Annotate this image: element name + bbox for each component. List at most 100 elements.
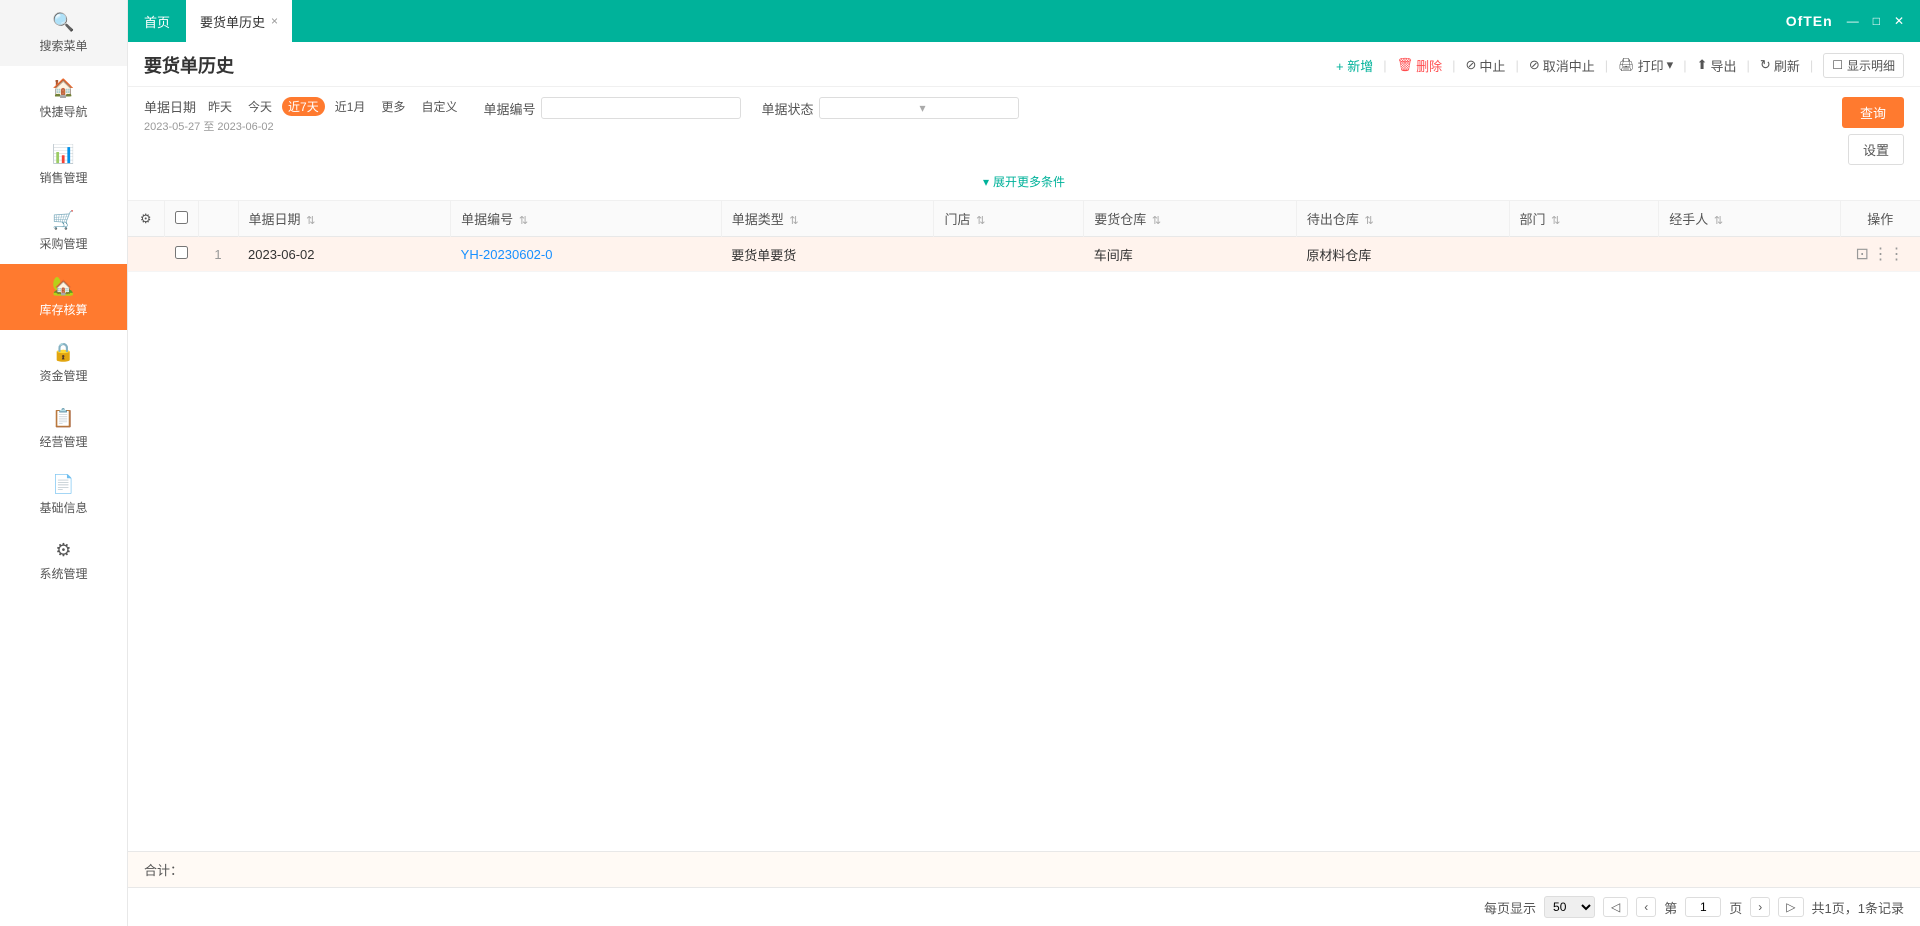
chart-icon: 📊 bbox=[52, 144, 74, 165]
sidebar-item-operation[interactable]: 📋 经营管理 bbox=[0, 396, 127, 462]
operation-icon: 📋 bbox=[52, 408, 74, 429]
last-page-btn[interactable]: ▷ bbox=[1778, 897, 1803, 917]
row-checkbox[interactable] bbox=[175, 246, 188, 259]
th-pending-warehouse[interactable]: 待出仓库 ⇅ bbox=[1296, 201, 1509, 237]
gear-icon: ⚙ bbox=[55, 540, 71, 561]
page-number-input[interactable] bbox=[1685, 897, 1721, 917]
stop-icon: ⊘ bbox=[1466, 57, 1477, 73]
next-page-btn[interactable]: › bbox=[1750, 897, 1770, 917]
last7days-btn[interactable]: 近7天 bbox=[282, 97, 325, 116]
sidebar-item-label: 采购管理 bbox=[39, 235, 87, 252]
sidebar-item-label: 库存核算 bbox=[39, 301, 87, 318]
last1month-btn[interactable]: 近1月 bbox=[329, 97, 372, 116]
th-settings[interactable]: ⚙ bbox=[128, 201, 164, 237]
td-store bbox=[934, 237, 1084, 272]
export-button[interactable]: ⬆ 导出 bbox=[1697, 56, 1737, 75]
minimize-btn[interactable]: — bbox=[1847, 14, 1859, 28]
custom-btn[interactable]: 自定义 bbox=[415, 97, 463, 116]
td-num: 1 bbox=[198, 237, 238, 272]
page-content: 要货单历史 + 新增 | 🗑 删除 | ⊘ 中止 | ⊘ 取消中止 | bbox=[128, 42, 1920, 926]
refresh-icon: ↻ bbox=[1760, 57, 1771, 73]
td-pending-warehouse: 原材料仓库 bbox=[1296, 237, 1509, 272]
sidebar-item-sales[interactable]: 📊 销售管理 bbox=[0, 132, 127, 198]
td-operation: ⊡ ⋮⋮ bbox=[1840, 237, 1920, 272]
tab-home[interactable]: 首页 bbox=[128, 0, 186, 42]
date-label: 单据日期 bbox=[144, 97, 196, 116]
th-date[interactable]: 单据日期 ⇅ bbox=[238, 201, 451, 237]
show-detail-button[interactable]: ☐ 显示明细 bbox=[1823, 53, 1904, 78]
chevron-down-icon: ▾ bbox=[983, 175, 989, 189]
filter-area: 单据日期 昨天 今天 近7天 近1月 更多 自定义 2023-05-27 至 2… bbox=[128, 87, 1920, 201]
page-label-before: 第 bbox=[1664, 898, 1677, 917]
order-no-input[interactable] bbox=[541, 97, 741, 119]
td-settings bbox=[128, 237, 164, 272]
delete-button[interactable]: 🗑 删除 bbox=[1397, 56, 1443, 75]
home-icon: 🏠 bbox=[52, 78, 74, 99]
sidebar-item-finance[interactable]: 🔒 资金管理 bbox=[0, 330, 127, 396]
th-num bbox=[198, 201, 238, 237]
th-order-no[interactable]: 单据编号 ⇅ bbox=[451, 201, 722, 237]
edit-icon[interactable]: ⊡ bbox=[1855, 246, 1868, 263]
sidebar-item-label: 搜索菜单 bbox=[39, 37, 87, 54]
today-btn[interactable]: 今天 bbox=[242, 97, 278, 116]
sidebar-item-system[interactable]: ⚙ 系统管理 bbox=[0, 528, 127, 594]
status-select[interactable]: ▾ bbox=[819, 97, 1019, 119]
close-btn[interactable]: ✕ bbox=[1894, 14, 1904, 28]
date-filter-group: 单据日期 昨天 今天 近7天 近1月 更多 自定义 2023-05-27 至 2… bbox=[144, 97, 463, 134]
yesterday-btn[interactable]: 昨天 bbox=[202, 97, 238, 116]
th-checkbox[interactable] bbox=[164, 201, 198, 237]
page-size-select[interactable]: 50 20 100 bbox=[1544, 896, 1595, 918]
more-op-icon[interactable]: ⋮⋮ bbox=[1873, 246, 1905, 263]
th-operation: 操作 bbox=[1840, 201, 1920, 237]
th-type[interactable]: 单据类型 ⇅ bbox=[721, 201, 934, 237]
prev-page-btn[interactable]: ‹ bbox=[1636, 897, 1656, 917]
sidebar-item-label: 经营管理 bbox=[39, 433, 87, 450]
filter-right: 查询 设置 bbox=[1842, 97, 1904, 165]
sidebar-item-label: 资金管理 bbox=[39, 367, 87, 384]
sort-type-icon: ⇅ bbox=[789, 215, 798, 227]
expand-conditions-button[interactable]: ▾ 展开更多条件 bbox=[983, 173, 1065, 190]
cancel-stop-button[interactable]: ⊘ 取消中止 bbox=[1529, 56, 1595, 75]
brand-label: OfTEn bbox=[1786, 13, 1833, 29]
sidebar-item-purchase[interactable]: 🛒 采购管理 bbox=[0, 198, 127, 264]
th-store[interactable]: 门店 ⇅ bbox=[934, 201, 1084, 237]
tab-close-icon[interactable]: × bbox=[271, 14, 278, 28]
order-no-link[interactable]: YH-20230602-0 bbox=[461, 247, 553, 262]
query-button[interactable]: 查询 bbox=[1842, 97, 1904, 128]
sidebar-item-search[interactable]: 🔍 搜索菜单 bbox=[0, 0, 127, 66]
footer-total: 合计： bbox=[128, 851, 1920, 887]
sidebar: 🔍 搜索菜单 🏠 快捷导航 📊 销售管理 🛒 采购管理 🏡 库存核算 🔒 资金管… bbox=[0, 0, 128, 926]
td-req-warehouse: 车间库 bbox=[1084, 237, 1297, 272]
tab-active[interactable]: 要货单历史 × bbox=[186, 0, 292, 42]
table-area: ⚙ 单据日期 ⇅ 单据编号 ⇅ 单据类型 ⇅ bbox=[128, 201, 1920, 851]
status-label: 单据状态 bbox=[761, 99, 813, 118]
maximize-btn[interactable]: □ bbox=[1873, 14, 1880, 28]
sidebar-item-basic[interactable]: 📄 基础信息 bbox=[0, 462, 127, 528]
refresh-button[interactable]: ↻ 刷新 bbox=[1760, 56, 1800, 75]
print-dropdown-icon: ▾ bbox=[1667, 57, 1674, 73]
sidebar-item-inventory[interactable]: 🏡 库存核算 bbox=[0, 264, 127, 330]
print-button[interactable]: 🖨 打印 ▾ bbox=[1618, 56, 1673, 75]
sort-orderno-icon: ⇅ bbox=[519, 215, 528, 227]
sidebar-item-label: 销售管理 bbox=[39, 169, 87, 186]
sidebar-item-label: 快捷导航 bbox=[39, 103, 87, 120]
th-req-warehouse[interactable]: 要货仓库 ⇅ bbox=[1084, 201, 1297, 237]
status-filter-group: 单据状态 ▾ bbox=[761, 97, 1019, 119]
stop-button[interactable]: ⊘ 中止 bbox=[1466, 56, 1506, 75]
filter-settings-button[interactable]: 设置 bbox=[1848, 134, 1904, 165]
cart-icon: 🛒 bbox=[52, 210, 74, 231]
select-all-checkbox[interactable] bbox=[175, 211, 188, 224]
td-type: 要货单要货 bbox=[721, 237, 934, 272]
search-menu-icon: 🔍 bbox=[52, 12, 74, 33]
th-department[interactable]: 部门 ⇅ bbox=[1509, 201, 1659, 237]
new-button[interactable]: + 新增 bbox=[1336, 56, 1373, 75]
sort-handler-icon: ⇅ bbox=[1714, 215, 1723, 227]
sidebar-item-label: 系统管理 bbox=[39, 565, 87, 582]
th-handler[interactable]: 经手人 ⇅ bbox=[1659, 201, 1840, 237]
more-btn[interactable]: 更多 bbox=[375, 97, 411, 116]
sort-reqwarehouse-icon: ⇅ bbox=[1152, 215, 1161, 227]
first-page-btn[interactable]: ◁ bbox=[1603, 897, 1628, 917]
sidebar-item-shortcut[interactable]: 🏠 快捷导航 bbox=[0, 66, 127, 132]
td-checkbox[interactable] bbox=[164, 237, 198, 272]
delete-icon: 🗑 bbox=[1397, 57, 1414, 73]
